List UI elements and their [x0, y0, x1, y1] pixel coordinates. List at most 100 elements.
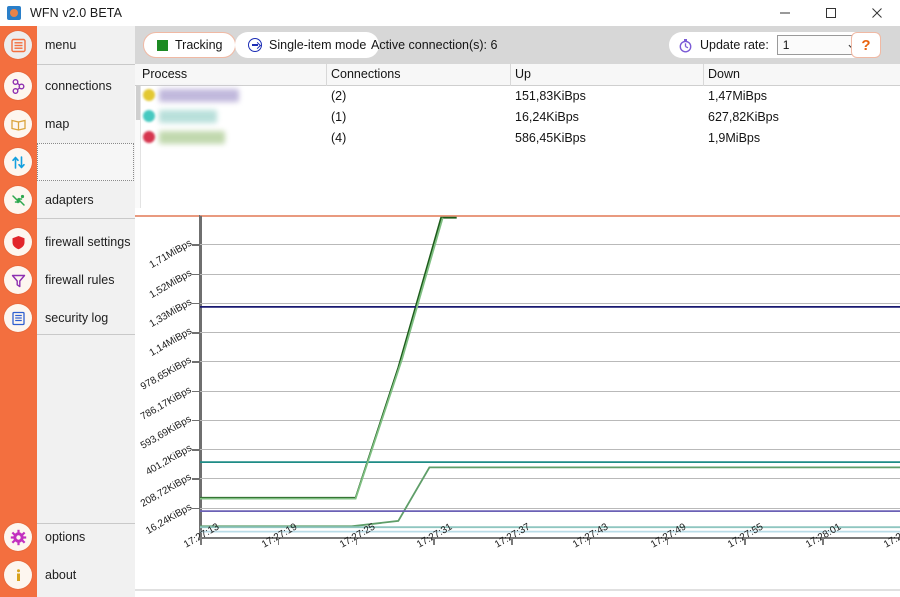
sidebar-item-label: firewall rules	[45, 273, 114, 287]
window-controls	[762, 0, 900, 26]
sidebar-divider-1	[37, 64, 135, 65]
cell-down: 627,82KiBps	[708, 110, 779, 124]
title-bar: WFN v2.0 BETA	[0, 0, 900, 26]
column-divider	[510, 64, 511, 86]
chart-x-tick	[744, 537, 746, 545]
toolbar: Tracking Single-item mode Active connect…	[135, 26, 900, 64]
sidebar-item-label: menu	[45, 38, 76, 52]
bandwidth-chart: 1,71MiBps1,52MiBps1,33MiBps1,14MiBps978,…	[135, 208, 900, 597]
log-list-icon	[4, 304, 32, 332]
sidebar-item-label: options	[45, 530, 85, 544]
sidebar-item-label: security log	[45, 311, 108, 325]
sidebar-item-security-log[interactable]: security log	[0, 299, 135, 337]
adapters-plug-icon	[4, 186, 32, 214]
cell-down: 1,47MiBps	[708, 89, 767, 103]
chart-y-tick	[192, 274, 200, 276]
sidebar-item-options[interactable]: options	[0, 518, 135, 556]
chart-line-series-medium-green	[200, 467, 900, 526]
sidebar-item-adapters[interactable]: adapters	[0, 181, 135, 219]
chart-y-tick	[192, 303, 200, 305]
active-connections-status: Active connection(s): 6	[371, 38, 497, 52]
column-header-up[interactable]: Up	[515, 67, 531, 81]
info-icon	[4, 561, 32, 589]
up-down-arrows-icon	[4, 148, 32, 176]
single-item-mode-icon	[248, 38, 262, 52]
chart-x-tick	[667, 537, 669, 545]
column-divider	[703, 64, 704, 86]
chart-y-tick-label: 1,52MiBps	[147, 267, 193, 300]
maximize-icon[interactable]	[808, 0, 854, 26]
cell-down: 1,9MiBps	[708, 131, 760, 145]
funnel-filter-icon	[4, 266, 32, 294]
chart-y-tick	[192, 391, 200, 393]
cell-connections: (1)	[331, 110, 346, 124]
sidebar-item-label: connections	[45, 79, 112, 93]
process-name-redacted	[159, 110, 217, 123]
sidebar-item-menu[interactable]: menu	[0, 26, 135, 64]
chart-y-tick	[192, 420, 200, 422]
process-icon	[143, 110, 155, 122]
sidebar-item-label: map	[45, 117, 69, 131]
column-header-process[interactable]: Process	[142, 67, 187, 81]
chart-y-tick-label: 16,24KiBps	[144, 501, 194, 536]
help-button[interactable]: ?	[851, 32, 881, 58]
sidebar-item-firewall-settings[interactable]: firewall settings	[0, 223, 135, 261]
window-title: WFN v2.0 BETA	[30, 6, 122, 20]
close-icon[interactable]	[854, 0, 900, 26]
stopwatch-icon	[678, 38, 693, 53]
column-header-connections[interactable]: Connections	[331, 67, 401, 81]
cell-up: 16,24KiBps	[515, 110, 579, 124]
shield-icon	[4, 228, 32, 256]
map-book-icon	[4, 110, 32, 138]
sidebar-selection-outline	[37, 143, 134, 181]
chart-x-tick	[356, 537, 358, 545]
process-icon	[143, 89, 155, 101]
process-icon	[143, 131, 155, 143]
chart-line-series-dark-green	[200, 218, 457, 498]
hamburger-menu-icon	[4, 31, 32, 59]
column-header-down[interactable]: Down	[708, 67, 740, 81]
chart-y-tick	[192, 361, 200, 363]
single-item-mode-label: Single-item mode	[269, 38, 366, 52]
sidebar-group-spacer	[37, 335, 135, 523]
table-row[interactable]: (4) 586,45KiBps 1,9MiBps	[135, 128, 900, 149]
chart-y-tick	[192, 244, 200, 246]
chart-y-tick-label: 1,33MiBps	[147, 297, 193, 330]
chart-x-tick	[589, 537, 591, 545]
chart-y-tick	[192, 332, 200, 334]
cell-up: 151,83KiBps	[515, 89, 586, 103]
single-item-mode-button[interactable]: Single-item mode	[235, 32, 379, 58]
sidebar-item-bandwidth[interactable]: bandwidth	[0, 143, 135, 181]
chart-y-tick	[192, 449, 200, 451]
process-table: Process Connections Up Down (2) 151,83Ki…	[135, 64, 900, 208]
sidebar-item-about[interactable]: about	[0, 556, 135, 594]
table-body: (2) 151,83KiBps 1,47MiBps (1) 16,24KiBps…	[135, 86, 900, 149]
update-rate-group: Update rate: 1	[669, 32, 875, 58]
tracking-status-icon	[157, 40, 168, 51]
chart-y-tick	[192, 478, 200, 480]
wfn-application-window: WFN v2.0 BETA	[0, 0, 900, 597]
sidebar-item-firewall-rules[interactable]: firewall rules	[0, 261, 135, 299]
sidebar-item-connections[interactable]: connections	[0, 67, 135, 105]
sidebar-item-map[interactable]: map	[0, 105, 135, 143]
cell-connections: (4)	[331, 131, 346, 145]
column-divider	[326, 64, 327, 86]
connections-node-icon	[4, 72, 32, 100]
update-rate-value: 1	[783, 38, 790, 52]
chart-x-tick	[822, 537, 824, 545]
process-name-redacted	[159, 89, 239, 102]
tracking-button[interactable]: Tracking	[143, 32, 236, 58]
table-row[interactable]: (2) 151,83KiBps 1,47MiBps	[135, 86, 900, 107]
update-rate-label: Update rate:	[700, 38, 769, 52]
gear-icon	[4, 523, 32, 551]
sidebar-item-label: firewall settings	[45, 235, 130, 249]
cell-connections: (2)	[331, 89, 346, 103]
chart-x-tick	[278, 537, 280, 545]
cell-up: 586,45KiBps	[515, 131, 586, 145]
chart-series-layer	[200, 215, 900, 541]
minimize-icon[interactable]	[762, 0, 808, 26]
chart-x-tick	[433, 537, 435, 545]
chart-bottom-boundary	[135, 589, 900, 591]
chart-plot-area	[200, 215, 900, 537]
table-row[interactable]: (1) 16,24KiBps 627,82KiBps	[135, 107, 900, 128]
